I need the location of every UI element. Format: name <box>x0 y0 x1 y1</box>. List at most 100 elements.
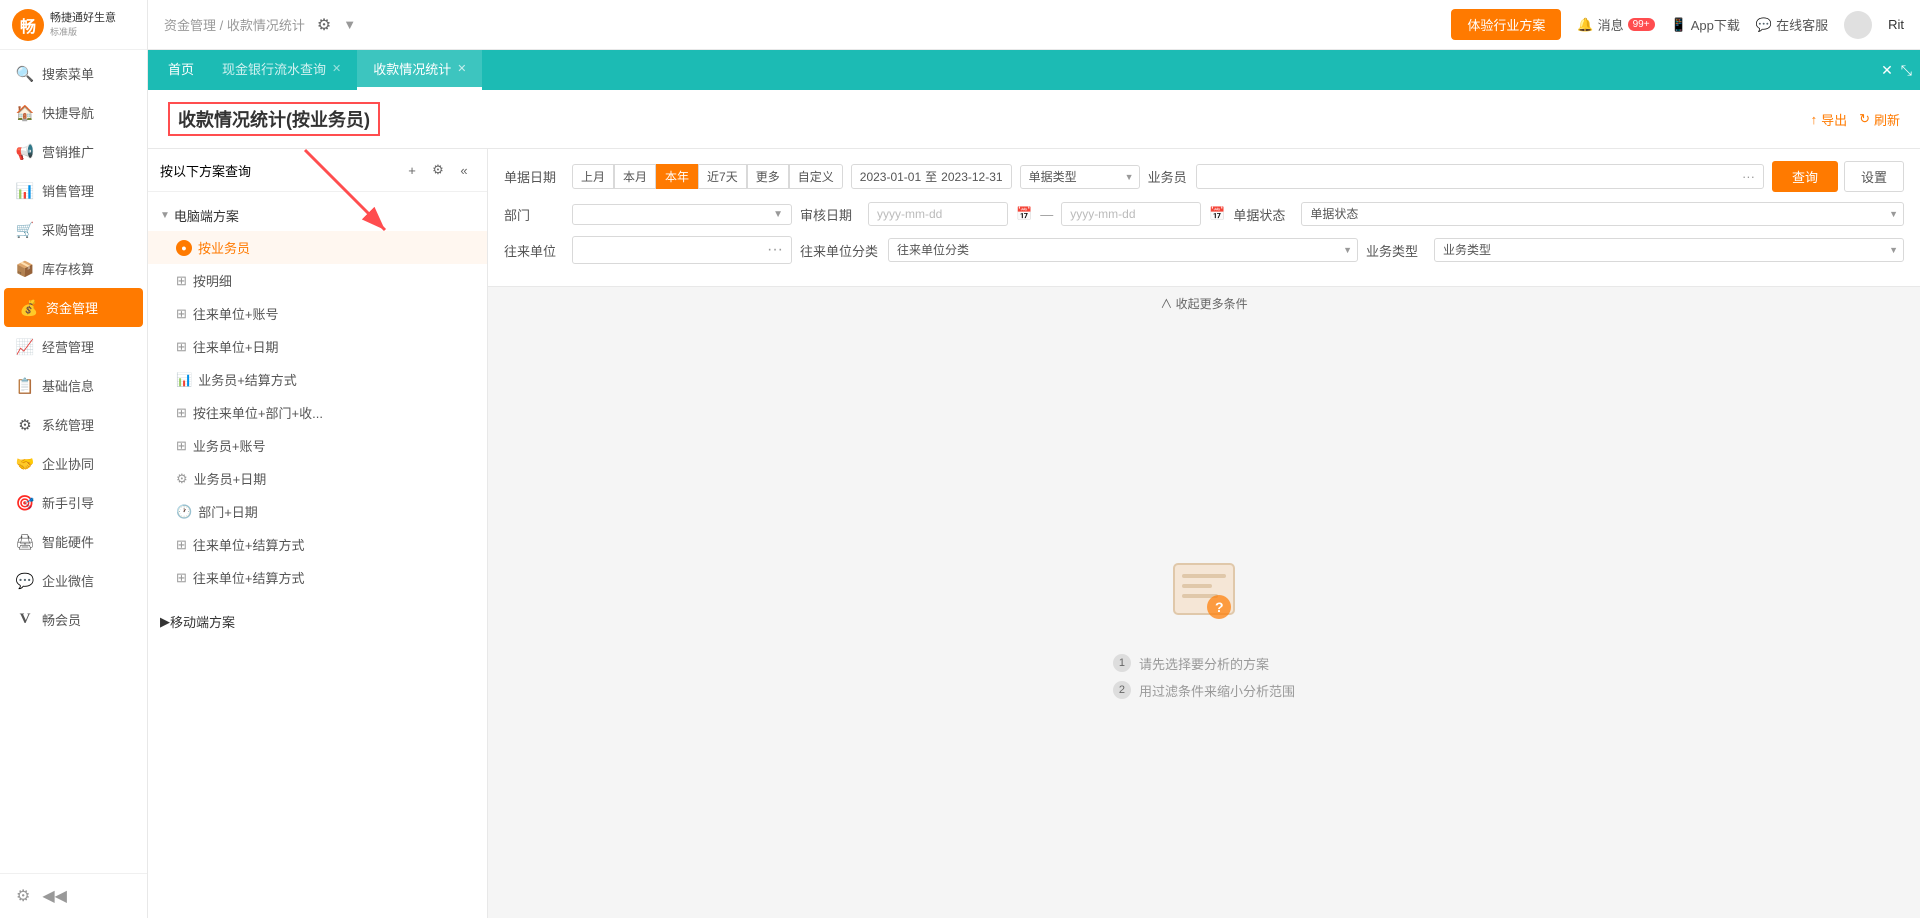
tree-item-dept-date[interactable]: 🕐 部门+日期 <box>148 495 487 528</box>
sidebar-item-member[interactable]: V 畅会员 <box>0 600 147 639</box>
app-download-item[interactable]: 📱 App下载 <box>1671 15 1740 34</box>
tree-item-unit-dept-receipt[interactable]: ⊞ 按往来单位+部门+收... <box>148 396 487 429</box>
collapse-footer-icon[interactable]: ◀◀ <box>42 886 67 906</box>
sidebar-item-operation[interactable]: 📈 经营管理 <box>0 327 147 366</box>
partner-category-select[interactable]: 往来单位分类 <box>888 238 1358 262</box>
user-name: Rit <box>1888 17 1904 32</box>
salesperson-dots: ··· <box>1742 169 1755 184</box>
sidebar-label-finance: 资金管理 <box>46 298 98 317</box>
tree-arrow-mobile: ▶ <box>160 614 170 630</box>
partner-dots[interactable]: ··· <box>767 241 783 259</box>
scheme-settings-button[interactable]: ⚙ <box>427 159 449 181</box>
partner-category-label: 往来单位分类 <box>800 241 880 260</box>
sidebar-item-quicknav[interactable]: 🏠 快捷导航 <box>0 93 147 132</box>
tree-item-salesperson-settlement[interactable]: 📊 业务员+结算方式 <box>148 363 487 396</box>
topbar-right: 体验行业方案 🔔 消息 99+ 📱 App下载 💬 在线客服 Rit <box>1451 9 1904 40</box>
date-tab-this-month[interactable]: 本月 <box>614 164 656 189</box>
tree-item-by-salesperson[interactable]: ● 按业务员 <box>148 231 487 264</box>
tab-bank-flow[interactable]: 现金银行流水查询 ✕ <box>206 50 357 90</box>
tree-item-unit-account[interactable]: ⊞ 往来单位+账号 <box>148 297 487 330</box>
date-tab-custom[interactable]: 自定义 <box>789 164 843 189</box>
export-button[interactable]: ↑ 导出 <box>1811 110 1848 129</box>
notification-label: 消息 <box>1598 15 1624 34</box>
tree-label-mobile: 移动端方案 <box>170 612 235 631</box>
date-range-display: 2023-01-01 至 2023-12-31 <box>851 164 1012 189</box>
content-area: 按以下方案查询 + ⚙ « ▼ 电脑端方案 <box>148 149 1920 918</box>
dept-input-wrapper[interactable]: ▼ <box>572 204 792 225</box>
logo-icon: 畅 <box>12 9 44 41</box>
tab-receipt-stats-close[interactable]: ✕ <box>457 62 466 75</box>
tab-home[interactable]: 首页 <box>156 50 206 90</box>
logo-area: 畅 畅捷通好生意 标准版 <box>0 0 147 50</box>
collapse-bar[interactable]: ∧ 收起更多条件 <box>488 286 1920 320</box>
tree-item-by-detail[interactable]: ⊞ 按明细 <box>148 264 487 297</box>
refresh-button[interactable]: ↻ 刷新 <box>1859 110 1900 129</box>
tree-item-label-unit-account: 往来单位+账号 <box>193 304 279 323</box>
review-date-label: 审核日期 <box>800 205 860 224</box>
settings-footer-icon[interactable]: ⚙ <box>16 886 30 906</box>
online-service-item[interactable]: 💬 在线客服 <box>1756 15 1828 34</box>
topbar-arrow-icon[interactable]: ▼ <box>343 17 356 32</box>
sidebar-label-baseinfo: 基础信息 <box>42 376 94 395</box>
tab-receipt-stats[interactable]: 收款情况统计 ✕ <box>357 50 482 90</box>
biz-type-select[interactable]: 业务类型 <box>1434 238 1904 262</box>
tree-item-salesperson-account[interactable]: ⊞ 业务员+账号 <box>148 429 487 462</box>
sidebar-item-purchase[interactable]: 🛒 采购管理 <box>0 210 147 249</box>
tree-item-label-unit-date: 往来单位+日期 <box>193 337 279 356</box>
filter-row-1: 单据日期 上月 本月 本年 近7天 更多 自定义 2023-01-01 至 20… <box>504 161 1904 192</box>
logo-version: 标准版 <box>50 25 116 38</box>
review-date-from[interactable] <box>868 202 1008 226</box>
purchase-icon: 🛒 <box>16 221 34 239</box>
date-tab-more[interactable]: 更多 <box>747 164 789 189</box>
tree-item-label-unit-settlement2: 往来单位+结算方式 <box>193 568 305 587</box>
doc-status-label: 单据状态 <box>1233 205 1293 224</box>
review-date-to[interactable] <box>1061 202 1201 226</box>
sidebar-item-inventory[interactable]: 📦 库存核算 <box>0 249 147 288</box>
sidebar-item-baseinfo[interactable]: 📋 基础信息 <box>0 366 147 405</box>
tab-expand-icon[interactable]: ⤡ <box>1901 62 1912 79</box>
sales-icon: 📊 <box>16 182 34 200</box>
partner-input-wrapper[interactable]: ··· <box>572 236 792 264</box>
notification-item[interactable]: 🔔 消息 99+ <box>1577 15 1654 34</box>
add-icon: + <box>408 163 416 178</box>
tree-item-salesperson-date[interactable]: ⚙ 业务员+日期 <box>148 462 487 495</box>
sidebar-label-enterprise: 企业协同 <box>42 454 94 473</box>
home-icon: 🏠 <box>16 104 34 122</box>
sidebar-item-hardware[interactable]: 🖨 智能硬件 <box>0 522 147 561</box>
sidebar-item-finance[interactable]: 💰 资金管理 <box>4 288 143 327</box>
tree-parent-mobile[interactable]: ▶ 移动端方案 <box>148 606 487 637</box>
tree-item-unit-settlement2[interactable]: ⊞ 往来单位+结算方式 <box>148 561 487 594</box>
sidebar-item-marketing[interactable]: 📢 营销推广 <box>0 132 147 171</box>
add-scheme-button[interactable]: + <box>401 159 423 181</box>
step-num-2: 2 <box>1113 681 1131 699</box>
date-tab-last-month[interactable]: 上月 <box>572 164 614 189</box>
topbar-gear-icon[interactable]: ⚙ <box>317 15 331 35</box>
topbar: 资金管理 / 收款情况统计 ⚙ ▼ 体验行业方案 🔔 消息 99+ 📱 App下… <box>148 0 1920 50</box>
biz-type-wrapper: 业务类型 <box>1434 238 1904 262</box>
sidebar-label-wechat: 企业微信 <box>42 571 94 590</box>
sidebar-item-system[interactable]: ⚙ 系统管理 <box>0 405 147 444</box>
sidebar-item-wechat[interactable]: 💬 企业微信 <box>0 561 147 600</box>
tab-close-all-icon[interactable]: ✕ <box>1881 62 1893 79</box>
trial-btn[interactable]: 体验行业方案 <box>1451 9 1561 40</box>
date-tab-this-year[interactable]: 本年 <box>656 164 698 189</box>
sidebar-item-starter[interactable]: 🎯 新手引导 <box>0 483 147 522</box>
tab-home-label: 首页 <box>168 59 194 78</box>
date-tab-7days[interactable]: 近7天 <box>698 164 747 189</box>
sidebar-item-search[interactable]: 🔍 搜索菜单 <box>0 54 147 93</box>
doc-status-select[interactable]: 单据状态 <box>1301 202 1904 226</box>
tree-parent-desktop[interactable]: ▼ 电脑端方案 <box>148 200 487 231</box>
panel-collapse-button[interactable]: « <box>453 159 475 181</box>
filter-settings-button[interactable]: 设置 <box>1844 161 1904 192</box>
salesperson-input-wrapper[interactable]: ··· <box>1196 164 1764 189</box>
tree-item-unit-date[interactable]: ⊞ 往来单位+日期 <box>148 330 487 363</box>
user-avatar[interactable] <box>1844 11 1872 39</box>
query-button[interactable]: 查询 <box>1772 161 1838 192</box>
tree-icon-salesperson-account: ⊞ <box>176 438 187 454</box>
doc-type-select[interactable]: 单据类型 <box>1020 165 1140 189</box>
tab-bank-flow-close[interactable]: ✕ <box>332 62 341 75</box>
sidebar-item-sales[interactable]: 📊 销售管理 <box>0 171 147 210</box>
dept-arrow: ▼ <box>773 209 783 220</box>
tree-item-unit-settlement1[interactable]: ⊞ 往来单位+结算方式 <box>148 528 487 561</box>
sidebar-item-enterprise[interactable]: 🤝 企业协同 <box>0 444 147 483</box>
